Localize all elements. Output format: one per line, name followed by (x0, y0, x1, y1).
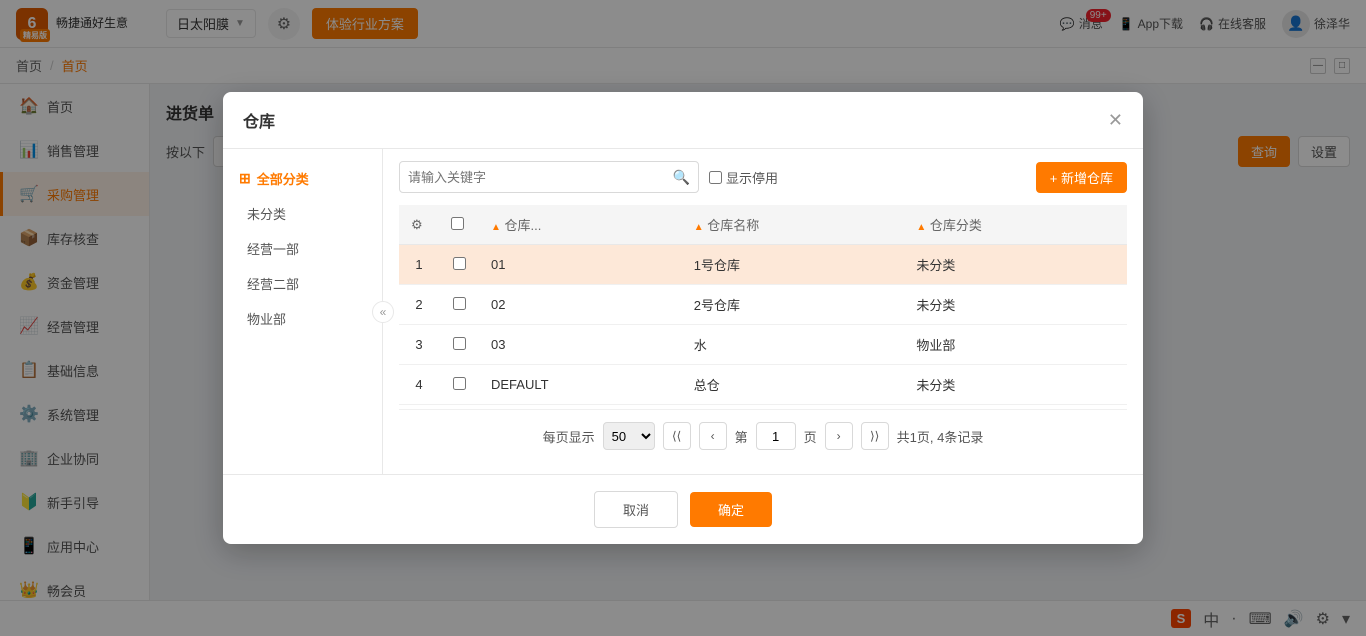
row-category-4: 未分类 (904, 365, 1127, 405)
category-all-label: 全部分类 (257, 169, 309, 188)
row-name-2: 2号仓库 (682, 285, 905, 325)
warehouse-dialog: 仓库 ✕ ⊞ 全部分类 未分类 经营一部 经营二部 物业部 « (223, 92, 1143, 544)
dialog-body: ⊞ 全部分类 未分类 经营一部 经营二部 物业部 « 🔍 (223, 149, 1143, 474)
per-page-select[interactable]: 50 100 200 (603, 422, 655, 450)
dialog-footer: 取消 确定 (223, 474, 1143, 544)
table-row[interactable]: 1 01 1号仓库 未分类 (399, 245, 1127, 285)
dialog-overlay: 仓库 ✕ ⊞ 全部分类 未分类 经营一部 经营二部 物业部 « (0, 0, 1366, 636)
row-num-4: 4 (399, 365, 439, 405)
th-settings: ⚙ (399, 205, 439, 245)
last-page-button[interactable]: ⟩⟩ (861, 422, 889, 450)
page-unit: 页 (804, 427, 817, 446)
confirm-button[interactable]: 确定 (690, 492, 772, 527)
row-num-1: 1 (399, 245, 439, 285)
row-checkbox-1[interactable] (439, 245, 479, 285)
sort-icon-name: ▲ (694, 222, 704, 233)
total-info: 共1页, 4条记录 (897, 427, 984, 446)
category-item-unclassified[interactable]: 未分类 (223, 196, 382, 231)
row-name-1: 1号仓库 (682, 245, 905, 285)
table-toolbar: 🔍 显示停用 + 新增仓库 (399, 161, 1127, 193)
category-item-ops2[interactable]: 经营二部 (223, 266, 382, 301)
warehouse-table: ⚙ ▲ 仓库... ▲ 仓库名称 ▲ 仓库分类 1 01 (399, 205, 1127, 405)
table-row[interactable]: 2 02 2号仓库 未分类 (399, 285, 1127, 325)
row-category-2: 未分类 (904, 285, 1127, 325)
add-warehouse-button[interactable]: + 新增仓库 (1036, 162, 1127, 193)
th-checkbox (439, 205, 479, 245)
category-all[interactable]: ⊞ 全部分类 (223, 161, 382, 196)
table-row[interactable]: 4 DEFAULT 总仓 未分类 (399, 365, 1127, 405)
row-code-2: 02 (479, 285, 682, 325)
page-number-input[interactable] (756, 422, 796, 450)
row-code-4: DEFAULT (479, 365, 682, 405)
pagination: 每页显示 50 100 200 ⟨⟨ ‹ 第 页 › ⟩⟩ 共1页, 4条记录 (399, 409, 1127, 462)
table-panel: 🔍 显示停用 + 新增仓库 ⚙ (383, 149, 1143, 474)
th-code: ▲ 仓库... (479, 205, 682, 245)
page-label: 第 (735, 427, 748, 446)
row-category-1: 未分类 (904, 245, 1127, 285)
dialog-close-button[interactable]: ✕ (1108, 110, 1123, 131)
search-input[interactable] (408, 170, 673, 185)
row-checkbox-2[interactable] (439, 285, 479, 325)
dialog-title: 仓库 (243, 108, 275, 132)
table-wrapper: ⚙ ▲ 仓库... ▲ 仓库名称 ▲ 仓库分类 1 01 (399, 205, 1127, 405)
category-item-ops1[interactable]: 经营一部 (223, 231, 382, 266)
sort-icon-code: ▲ (491, 222, 501, 233)
select-all-checkbox[interactable] (451, 217, 464, 230)
grid-icon: ⊞ (239, 170, 251, 187)
search-icon[interactable]: 🔍 (673, 169, 690, 186)
row-checkbox-4[interactable] (439, 365, 479, 405)
row-name-4: 总仓 (682, 365, 905, 405)
th-category: ▲ 仓库分类 (904, 205, 1127, 245)
search-box: 🔍 (399, 161, 699, 193)
sort-icon-category: ▲ (916, 222, 926, 233)
dialog-header: 仓库 ✕ (223, 92, 1143, 149)
cancel-button[interactable]: 取消 (594, 491, 678, 528)
first-page-button[interactable]: ⟨⟨ (663, 422, 691, 450)
row-num-2: 2 (399, 285, 439, 325)
table-body: 1 01 1号仓库 未分类 2 02 2号仓库 (399, 245, 1127, 405)
th-name: ▲ 仓库名称 (682, 205, 905, 245)
show-disabled-checkbox[interactable] (709, 171, 722, 184)
table-header: ⚙ ▲ 仓库... ▲ 仓库名称 ▲ 仓库分类 (399, 205, 1127, 245)
category-item-property[interactable]: 物业部 (223, 301, 382, 336)
category-panel: ⊞ 全部分类 未分类 经营一部 经营二部 物业部 « (223, 149, 383, 474)
table-row[interactable]: 3 03 水 物业部 (399, 325, 1127, 365)
row-category-3: 物业部 (904, 325, 1127, 365)
prev-page-button[interactable]: ‹ (699, 422, 727, 450)
show-disabled-label[interactable]: 显示停用 (709, 168, 778, 187)
collapse-panel-button[interactable]: « (372, 301, 394, 323)
row-name-3: 水 (682, 325, 905, 365)
row-code-3: 03 (479, 325, 682, 365)
row-code-1: 01 (479, 245, 682, 285)
row-checkbox-3[interactable] (439, 325, 479, 365)
row-num-3: 3 (399, 325, 439, 365)
per-page-label: 每页显示 (543, 427, 595, 446)
next-page-button[interactable]: › (825, 422, 853, 450)
